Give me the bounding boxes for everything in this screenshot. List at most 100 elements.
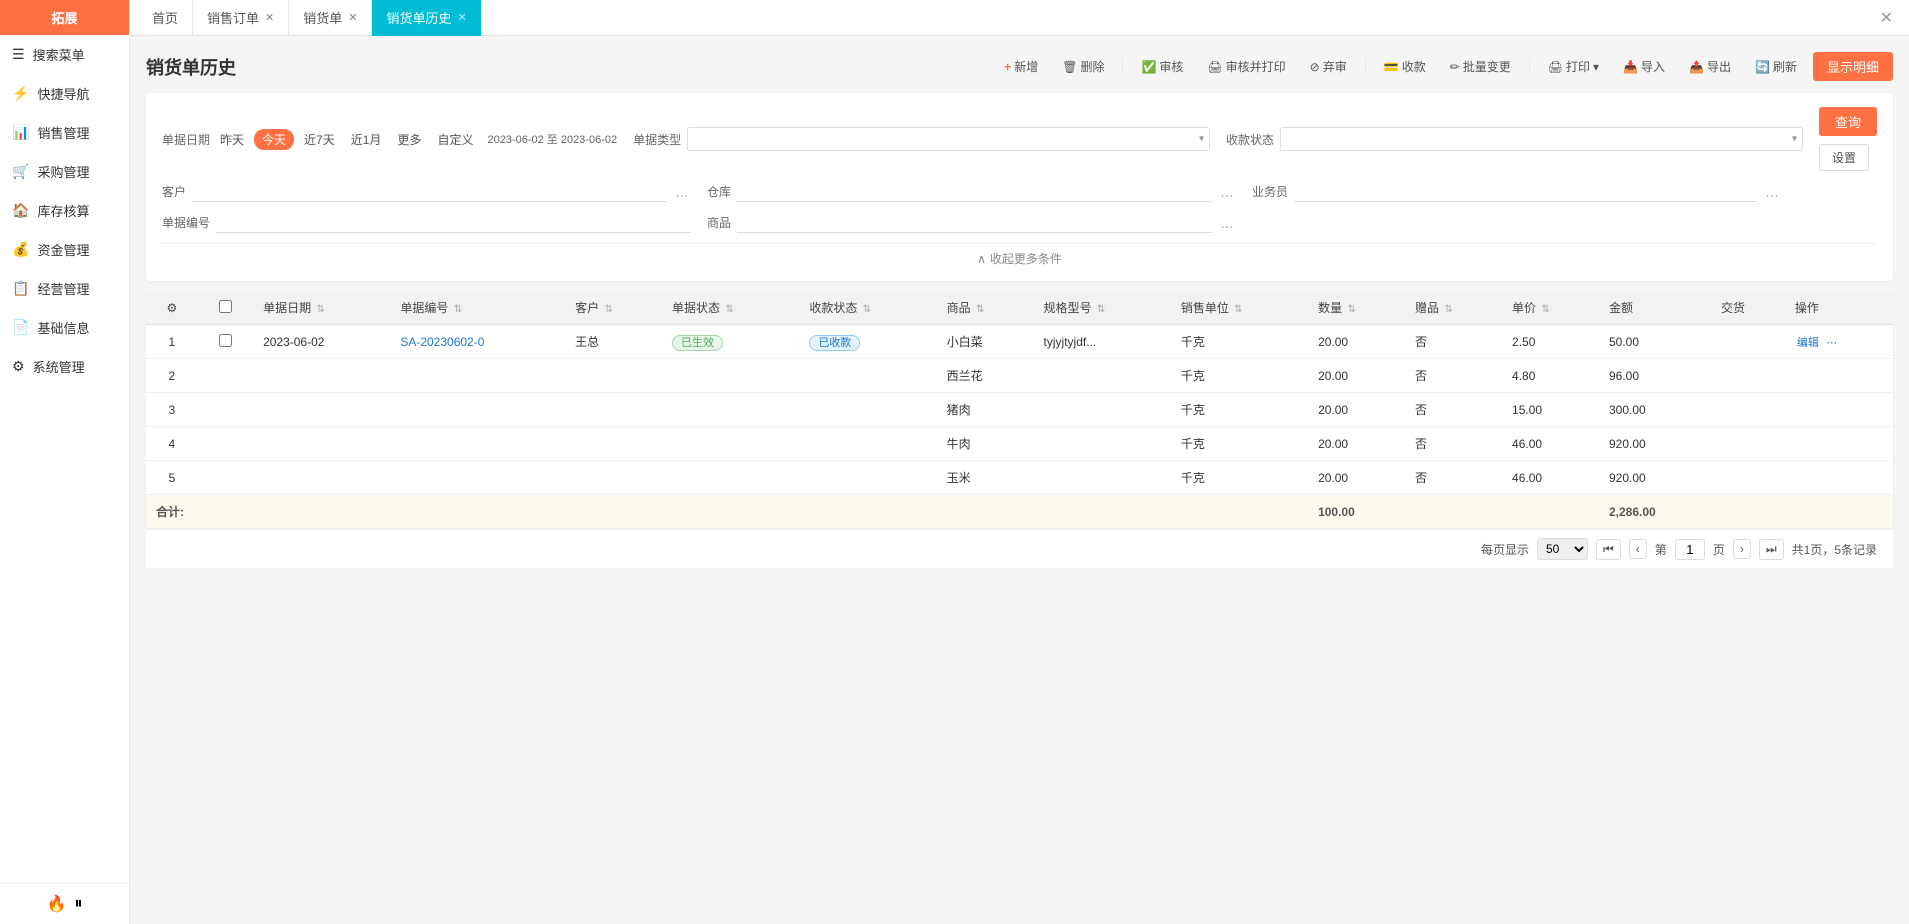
shortcut-more[interactable]: 更多 xyxy=(391,130,427,149)
row-doc-date xyxy=(253,427,390,461)
shortcut-last1m[interactable]: 近1月 xyxy=(345,130,388,149)
col-settings[interactable]: ⚙ xyxy=(146,291,198,325)
payment-status-select[interactable] xyxy=(1280,127,1803,151)
customer-ellipsis[interactable]: … xyxy=(673,184,691,200)
table-row: 3 猪肉 千克 20.00 否 15.00 300.00 xyxy=(146,393,1893,427)
row-doc-date: 2023-06-02 xyxy=(253,325,390,359)
data-table: ⚙ 单据日期 ⇅ 单据编号 ⇅ 客户 ⇅ xyxy=(146,291,1893,529)
query-button[interactable]: 查询 xyxy=(1819,107,1877,136)
prev-page-button[interactable]: ‹ xyxy=(1629,539,1647,559)
show-detail-button[interactable]: 显示明细 xyxy=(1813,52,1893,81)
more-action-btn[interactable]: ⋯ xyxy=(1824,337,1839,349)
tab-sales-goods[interactable]: 销货单 ✕ xyxy=(289,0,372,36)
salesman-input[interactable] xyxy=(1294,181,1757,202)
table-row: 4 牛肉 千克 20.00 否 46.00 920.00 xyxy=(146,427,1893,461)
col-customer[interactable]: 客户 ⇅ xyxy=(565,291,662,325)
col-goods[interactable]: 商品 ⇅ xyxy=(937,291,1034,325)
row-unit-price: 2.50 xyxy=(1502,325,1599,359)
setting-button[interactable]: 设置 xyxy=(1819,144,1869,171)
sidebar-item-label: 搜索菜单 xyxy=(33,45,85,64)
batch-change-icon: ✏ xyxy=(1450,60,1460,74)
toolbar-divider3 xyxy=(1529,59,1530,75)
audit-print-icon: 🖨 xyxy=(1207,60,1222,74)
row-sales-unit: 千克 xyxy=(1171,393,1308,427)
batch-change-button[interactable]: ✏ 批量变更 xyxy=(1442,54,1519,79)
refresh-button[interactable]: 🔄 刷新 xyxy=(1747,54,1805,79)
fire-icon[interactable]: 🔥 xyxy=(47,894,67,914)
row-num: 4 xyxy=(146,427,198,461)
sidebar-item-quick-nav[interactable]: ⚡ 快捷导航 xyxy=(0,74,129,113)
sidebar-item-system-mgmt[interactable]: ⚙ 系统管理 xyxy=(0,347,129,386)
shortcut-last7[interactable]: 近7天 xyxy=(298,130,341,149)
more-conditions-label: 收起更多条件 xyxy=(990,250,1062,267)
sidebar-item-sales-mgmt[interactable]: 📊 销售管理 xyxy=(0,113,129,152)
col-doc-date-label: 单据日期 xyxy=(263,301,311,315)
doc-type-label: 单据类型 xyxy=(633,131,681,148)
per-page-select[interactable]: 50 20 100 xyxy=(1537,538,1588,560)
row-num: 1 xyxy=(146,325,198,359)
salesman-ellipsis[interactable]: … xyxy=(1763,184,1781,200)
more-conditions-toggle[interactable]: ∧ 收起更多条件 xyxy=(162,243,1877,273)
col-doc-status[interactable]: 单据状态 ⇅ xyxy=(662,291,799,325)
sidebar-item-operation-mgmt[interactable]: 📋 经营管理 xyxy=(0,269,129,308)
payment-status-label: 收款状态 xyxy=(1226,131,1274,148)
tab-sales-history-close[interactable]: ✕ xyxy=(458,11,467,24)
next-page-button[interactable]: › xyxy=(1733,539,1751,559)
row-quantity: 20.00 xyxy=(1308,461,1405,495)
sidebar-item-search-menu[interactable]: ☰ 搜索菜单 xyxy=(0,35,129,74)
tab-home[interactable]: 首页 xyxy=(138,0,193,36)
tab-sales-goods-close[interactable]: ✕ xyxy=(348,11,357,24)
doc-type-select[interactable] xyxy=(687,127,1210,151)
page-number-input[interactable] xyxy=(1675,539,1705,560)
first-page-button[interactable]: ⏮ xyxy=(1596,539,1621,560)
select-all-checkbox[interactable] xyxy=(219,300,232,313)
pause-icon[interactable]: ⏸ xyxy=(74,895,82,913)
col-unit-price[interactable]: 单价 ⇅ xyxy=(1502,291,1599,325)
tabs-close-all-button[interactable]: ✕ xyxy=(1872,8,1901,28)
audit-button[interactable]: ✅ 审核 xyxy=(1133,54,1191,79)
delete-button[interactable]: 🗑 删除 xyxy=(1054,54,1112,79)
add-button[interactable]: + 新增 xyxy=(996,54,1046,79)
audit-print-button[interactable]: 🖨 审核并打印 xyxy=(1199,54,1293,79)
last-page-button[interactable]: ⏭ xyxy=(1759,539,1784,560)
shortcut-yesterday[interactable]: 昨天 xyxy=(214,130,250,149)
row-checkbox[interactable] xyxy=(219,334,232,347)
col-checkbox[interactable] xyxy=(198,291,253,325)
sidebar-logo[interactable]: 拓展 xyxy=(0,0,129,35)
warehouse-ellipsis[interactable]: … xyxy=(1218,184,1236,200)
tab-sales-order-close[interactable]: ✕ xyxy=(265,11,274,24)
table-row: 5 玉米 千克 20.00 否 46.00 920.00 xyxy=(146,461,1893,495)
col-quantity[interactable]: 数量 ⇅ xyxy=(1308,291,1405,325)
row-payment-status xyxy=(799,427,936,461)
sidebar-item-base-info[interactable]: 📄 基础信息 xyxy=(0,308,129,347)
print-button[interactable]: 🖨 打印 ▾ xyxy=(1540,54,1607,79)
shortcut-today[interactable]: 今天 xyxy=(254,129,294,150)
collect-button[interactable]: 💳 收款 xyxy=(1376,54,1434,79)
col-payment-status[interactable]: 收款状态 ⇅ xyxy=(799,291,936,325)
row-num: 3 xyxy=(146,393,198,427)
sidebar-item-inventory[interactable]: 🏠 库存核算 xyxy=(0,191,129,230)
goods-filter-input[interactable] xyxy=(737,212,1212,233)
tab-sales-history[interactable]: 销货单历史 ✕ xyxy=(372,0,481,36)
row-checkbox-cell[interactable] xyxy=(198,325,253,359)
row-quantity: 20.00 xyxy=(1308,325,1405,359)
export-button[interactable]: 📤 导出 xyxy=(1681,54,1739,79)
tab-sales-order[interactable]: 销售订单 ✕ xyxy=(193,0,289,36)
sidebar-item-purchase-mgmt[interactable]: 🛒 采购管理 xyxy=(0,152,129,191)
col-doc-date[interactable]: 单据日期 ⇅ xyxy=(253,291,390,325)
doc-no-link[interactable]: SA-20230602-0 xyxy=(400,335,484,349)
col-spec-type[interactable]: 规格型号 ⇅ xyxy=(1034,291,1171,325)
customer-input[interactable] xyxy=(192,181,667,202)
abandon-button[interactable]: ⊘ 弃审 xyxy=(1302,54,1355,79)
col-sales-unit[interactable]: 销售单位 ⇅ xyxy=(1171,291,1308,325)
col-gift[interactable]: 赠品 ⇅ xyxy=(1405,291,1502,325)
goods-ellipsis[interactable]: … xyxy=(1218,215,1236,231)
row-customer xyxy=(565,461,662,495)
doc-no-input[interactable] xyxy=(216,212,691,233)
edit-action-btn[interactable]: 编辑 xyxy=(1795,337,1821,349)
import-button[interactable]: 📥 导入 xyxy=(1615,54,1673,79)
shortcut-custom[interactable]: 自定义 xyxy=(431,130,479,149)
warehouse-input[interactable] xyxy=(737,181,1212,202)
sidebar-item-finance-mgmt[interactable]: 💰 资金管理 xyxy=(0,230,129,269)
col-doc-no[interactable]: 单据编号 ⇅ xyxy=(390,291,565,325)
